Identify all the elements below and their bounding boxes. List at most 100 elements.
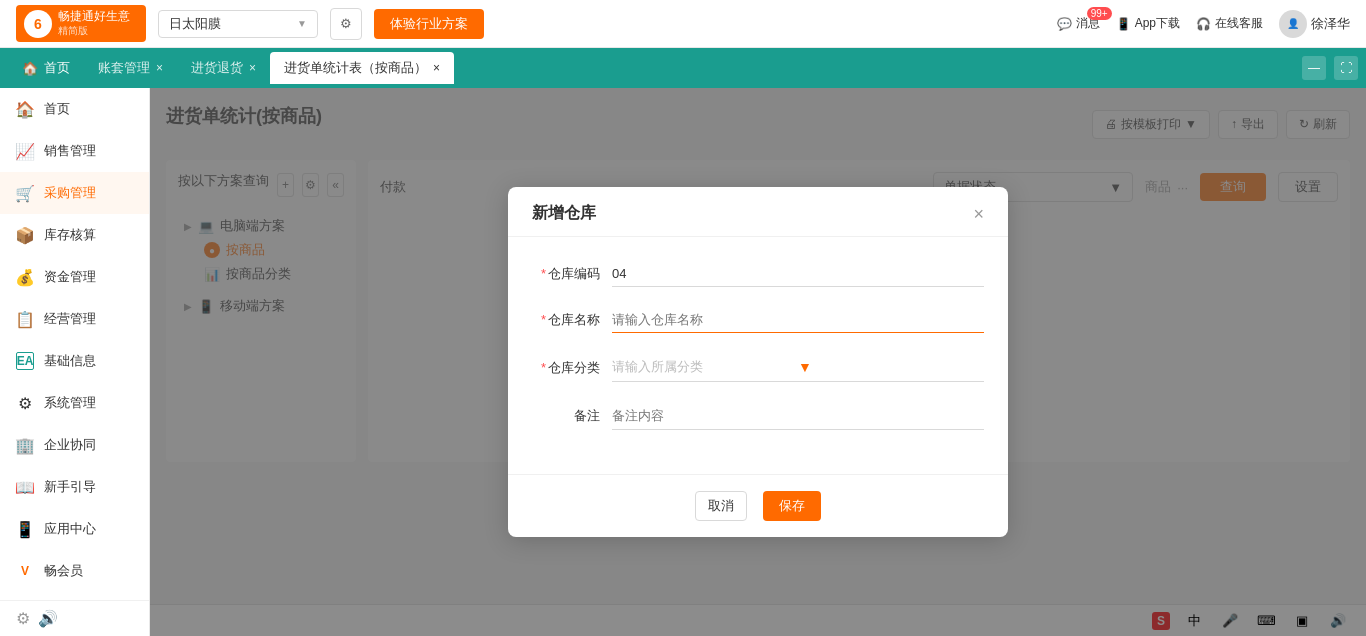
modal-title: 新增仓库: [532, 203, 596, 224]
home-sidebar-icon: 🏠: [16, 100, 34, 118]
guide-icon: 📖: [16, 478, 34, 496]
warehouse-category-select[interactable]: 请输入所属分类 ▼: [612, 353, 984, 382]
warehouse-code-input[interactable]: [612, 261, 984, 287]
modal-footer: 取消 保存: [508, 474, 1008, 537]
message-icon: 💬: [1057, 17, 1072, 31]
gear-icon: ⚙: [340, 16, 352, 31]
warehouse-name-input[interactable]: [612, 307, 984, 333]
tab-purchase-return[interactable]: 进货退货 ×: [177, 52, 270, 84]
logo-area: 6 畅捷通好生意 精简版: [16, 5, 146, 43]
sidebar-scroll: 🏠 首页 📈 销售管理 🛒 采购管理 📦 库存核算 💰 资金管理 📋 经: [0, 88, 149, 600]
sidebar-guide-label: 新手引导: [44, 478, 96, 496]
settings-bottom-icon[interactable]: ⚙: [16, 609, 30, 628]
save-button[interactable]: 保存: [763, 491, 821, 521]
tab-accounts-label: 账套管理: [98, 59, 150, 77]
cancel-button[interactable]: 取消: [695, 491, 747, 521]
sidebar-item-purchase[interactable]: 🛒 采购管理: [0, 172, 149, 214]
name-label: 仓库名称: [532, 311, 612, 329]
inventory-icon: 📦: [16, 226, 34, 244]
tab-home-label: 首页: [44, 59, 70, 77]
sidebar-item-enterprise[interactable]: 🏢 企业协同: [0, 424, 149, 466]
tab-bar: 🏠 首页 账套管理 × 进货退货 × 进货单统计表（按商品） × — ⛶: [0, 48, 1366, 88]
category-arrow-icon: ▼: [798, 359, 984, 375]
sales-icon: 📈: [16, 142, 34, 160]
tab-accounts[interactable]: 账套管理 ×: [84, 52, 177, 84]
sidebar-enterprise-label: 企业协同: [44, 436, 96, 454]
mobile-icon: 📱: [1116, 17, 1131, 31]
tab-bar-right: — ⛶: [1302, 56, 1358, 80]
sidebar-item-operations[interactable]: 📋 经营管理: [0, 298, 149, 340]
sidebar-system-label: 系统管理: [44, 394, 96, 412]
headset-icon: 🎧: [1196, 17, 1211, 31]
online-service-item[interactable]: 🎧 在线客服: [1196, 15, 1263, 32]
system-icon: ⚙: [16, 394, 34, 412]
store-selector[interactable]: 日太阳膜 ▼: [158, 10, 318, 38]
sidebar-home-label: 首页: [44, 100, 70, 118]
sidebar-bottom: ⚙ 🔊: [0, 600, 149, 636]
user-item[interactable]: 👤 徐泽华: [1279, 10, 1350, 38]
tab-minimize-btn[interactable]: —: [1302, 56, 1326, 80]
top-header: 6 畅捷通好生意 精简版 日太阳膜 ▼ ⚙ 体验行业方案 💬 消息 99+ 📱 …: [0, 0, 1366, 48]
remark-label: 备注: [532, 407, 612, 425]
collapse-sidebar-icon[interactable]: 🔊: [38, 609, 58, 628]
category-form-row: 仓库分类 请输入所属分类 ▼: [532, 353, 984, 382]
tab-purchase-return-close[interactable]: ×: [249, 61, 256, 75]
enterprise-icon: 🏢: [16, 436, 34, 454]
logo-app-name: 畅捷通好生意: [58, 9, 130, 25]
settings-button[interactable]: ⚙: [330, 8, 362, 40]
sidebar-basic-info-label: 基础信息: [44, 352, 96, 370]
trial-button[interactable]: 体验行业方案: [374, 9, 484, 39]
modal-close-btn[interactable]: ×: [973, 205, 984, 223]
sidebar-item-finance[interactable]: 💰 资金管理: [0, 256, 149, 298]
app-download-item[interactable]: 📱 App下载: [1116, 15, 1180, 32]
new-warehouse-modal: 新增仓库 × 仓库编码 仓库名称 仓库分类 请输入所属分: [508, 187, 1008, 537]
app-center-icon: 📱: [16, 520, 34, 538]
sidebar-item-system[interactable]: ⚙ 系统管理: [0, 382, 149, 424]
tab-expand-btn[interactable]: ⛶: [1334, 56, 1358, 80]
name-form-row: 仓库名称: [532, 307, 984, 333]
sidebar-item-inventory[interactable]: 📦 库存核算: [0, 214, 149, 256]
home-icon: 🏠: [22, 61, 38, 76]
store-name: 日太阳膜: [169, 15, 293, 33]
sidebar-purchase-label: 采购管理: [44, 184, 96, 202]
avatar: 👤: [1279, 10, 1307, 38]
tab-accounts-close[interactable]: ×: [156, 61, 163, 75]
sidebar-finance-label: 资金管理: [44, 268, 96, 286]
category-label: 仓库分类: [532, 359, 612, 377]
modal-header: 新增仓库 ×: [508, 187, 1008, 237]
content-area: 进货单统计(按商品) 🖨 按模板打印 ▼ ↑ 导出 ↻ 刷新: [150, 88, 1366, 636]
warehouse-remark-input[interactable]: [612, 402, 984, 430]
message-item[interactable]: 💬 消息 99+: [1057, 15, 1100, 32]
sidebar-member-label: 畅会员: [44, 562, 83, 580]
member-icon: V: [16, 562, 34, 580]
tab-purchase-stats-label: 进货单统计表（按商品）: [284, 59, 427, 77]
chevron-down-icon: ▼: [297, 18, 307, 29]
tab-home[interactable]: 🏠 首页: [8, 52, 84, 84]
sidebar-item-basic-info[interactable]: EA 基础信息: [0, 340, 149, 382]
sidebar: 🏠 首页 📈 销售管理 🛒 采购管理 📦 库存核算 💰 资金管理 📋 经: [0, 88, 150, 636]
logo-icon: 6: [24, 10, 52, 38]
sidebar-item-home[interactable]: 🏠 首页: [0, 88, 149, 130]
sidebar-operations-label: 经营管理: [44, 310, 96, 328]
sidebar-item-app-center[interactable]: 📱 应用中心: [0, 508, 149, 550]
tab-purchase-stats-close[interactable]: ×: [433, 61, 440, 75]
finance-icon: 💰: [16, 268, 34, 286]
modal-body: 仓库编码 仓库名称 仓库分类 请输入所属分类 ▼: [508, 237, 1008, 474]
remark-form-row: 备注: [532, 402, 984, 430]
tab-purchase-return-label: 进货退货: [191, 59, 243, 77]
basic-info-icon: EA: [16, 352, 34, 370]
app-download-label: App下载: [1135, 15, 1180, 32]
logo-text-wrap: 畅捷通好生意 精简版: [58, 9, 130, 39]
code-label: 仓库编码: [532, 265, 612, 283]
main-layout: 🏠 首页 📈 销售管理 🛒 采购管理 📦 库存核算 💰 资金管理 📋 经: [0, 88, 1366, 636]
user-name: 徐泽华: [1311, 15, 1350, 33]
sidebar-sales-label: 销售管理: [44, 142, 96, 160]
sidebar-item-member[interactable]: V 畅会员: [0, 550, 149, 592]
purchase-icon: 🛒: [16, 184, 34, 202]
sidebar-item-guide[interactable]: 📖 新手引导: [0, 466, 149, 508]
code-form-row: 仓库编码: [532, 261, 984, 287]
sidebar-item-sales[interactable]: 📈 销售管理: [0, 130, 149, 172]
tab-purchase-stats[interactable]: 进货单统计表（按商品） ×: [270, 52, 454, 84]
sidebar-inventory-label: 库存核算: [44, 226, 96, 244]
sidebar-app-center-label: 应用中心: [44, 520, 96, 538]
